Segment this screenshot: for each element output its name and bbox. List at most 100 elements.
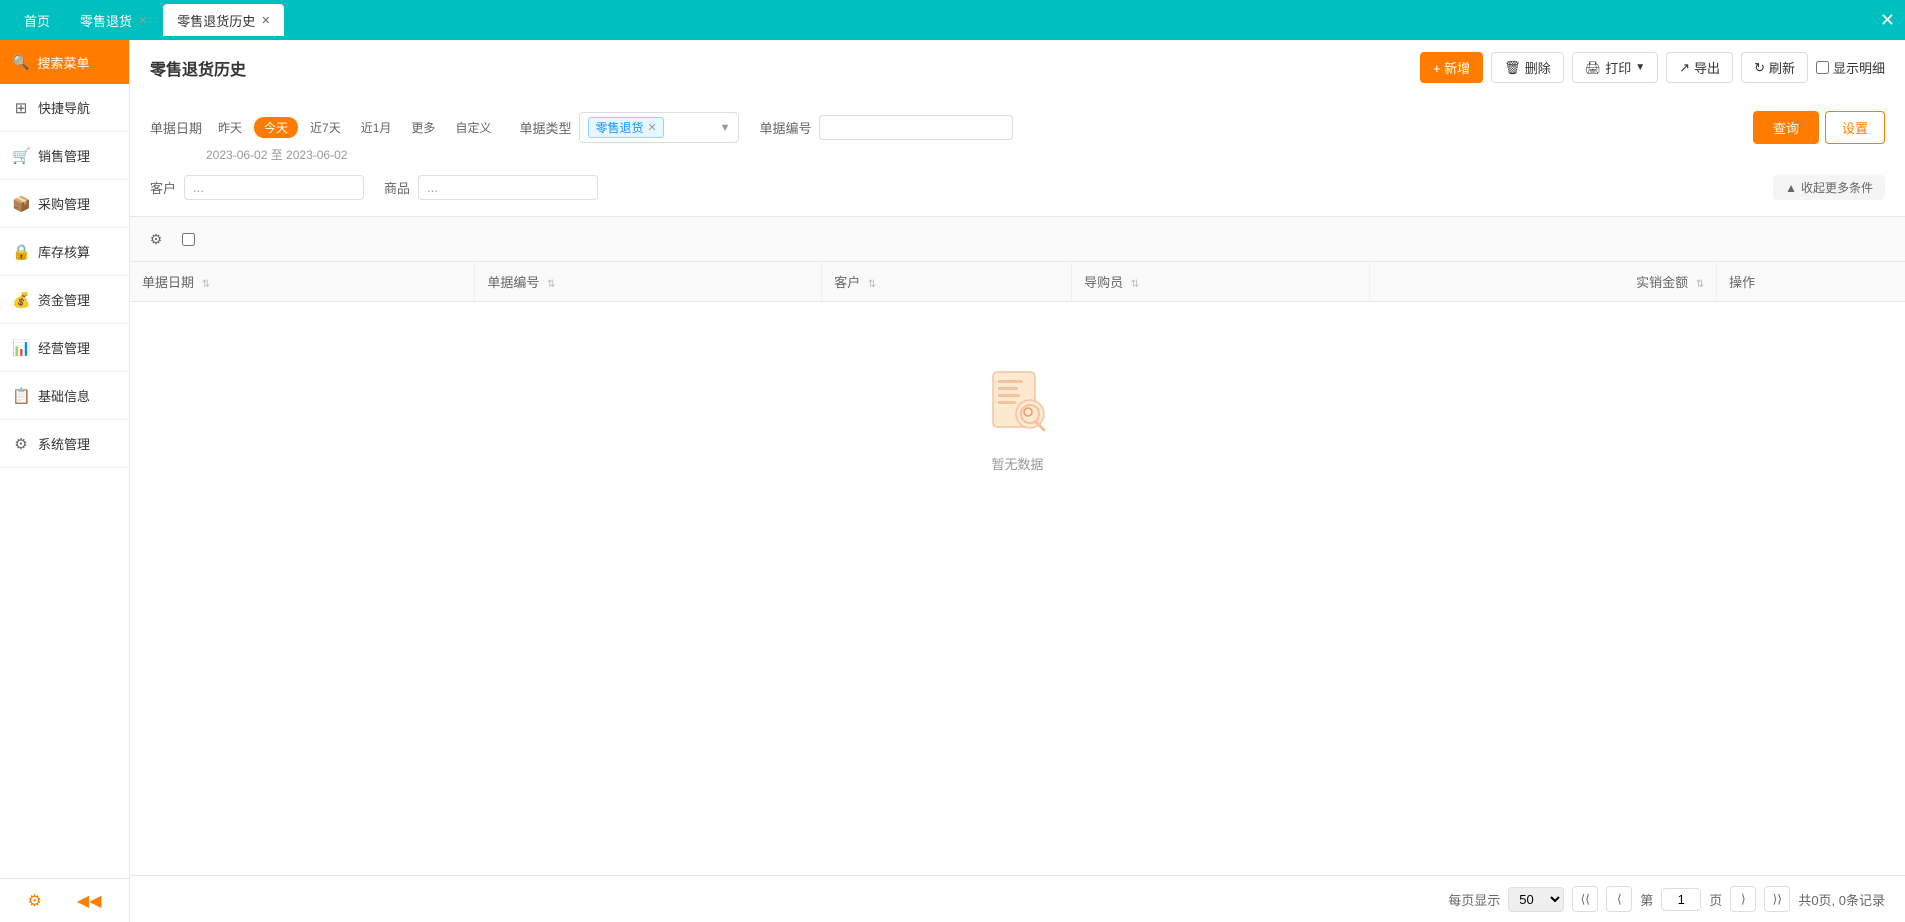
doc-type-dropdown-arrow: ▼ bbox=[720, 122, 731, 134]
query-buttons-group: 查询 设置 bbox=[1753, 111, 1885, 144]
doc-type-tag-remove[interactable]: ✕ bbox=[647, 121, 656, 134]
col-customer[interactable]: 客户 ⇅ bbox=[822, 262, 1072, 302]
col-amount[interactable]: 实销金额 ⇅ bbox=[1370, 262, 1717, 302]
date-btn-more[interactable]: 更多 bbox=[403, 117, 443, 138]
doc-number-input[interactable] bbox=[819, 115, 1013, 140]
page-title-row: 零售退货历史 + 新增 🗑 删除 🖨 打印 ▼ ↗ bbox=[150, 52, 1885, 83]
data-table: 单据日期 ⇅ 单据编号 ⇅ 客户 ⇅ bbox=[130, 262, 1905, 302]
col-date[interactable]: 单据日期 ⇅ bbox=[130, 262, 475, 302]
tab-retail-return-history[interactable]: 零售退货历史 ✕ bbox=[163, 4, 284, 36]
filter-doc-number: 单据编号 bbox=[759, 115, 1013, 140]
page-size-select[interactable]: 50 100 200 bbox=[1508, 887, 1564, 912]
page-unit: 页 bbox=[1709, 890, 1722, 909]
sort-guide-icon: ⇅ bbox=[1131, 279, 1139, 290]
customer-label: 客户 bbox=[150, 178, 176, 197]
top-bar: 首页 零售退货 ✕ 零售退货历史 ✕ ✕ bbox=[0, 0, 1905, 40]
close-tab-retail-return[interactable]: ✕ bbox=[138, 14, 147, 27]
table-container: ⚙ 单据日期 ⇅ 单据编号 ⇅ bbox=[130, 217, 1905, 875]
date-btn-last1m[interactable]: 近1月 bbox=[353, 117, 400, 138]
customer-ellipsis: ... bbox=[193, 180, 204, 195]
sidebar-item-basic-info[interactable]: 📋 基础信息 bbox=[0, 372, 129, 420]
quick-nav-icon: ⊞ bbox=[12, 99, 30, 117]
table-header: 单据日期 ⇅ 单据编号 ⇅ 客户 ⇅ bbox=[130, 262, 1905, 302]
sidebar-item-system-mgmt[interactable]: ⚙ 系统管理 bbox=[0, 420, 129, 468]
customer-select[interactable]: ... bbox=[184, 175, 364, 200]
col-number[interactable]: 单据编号 ⇅ bbox=[475, 262, 822, 302]
date-btn-custom[interactable]: 自定义 bbox=[447, 117, 499, 138]
sidebar-item-sales-mgmt[interactable]: 🛒 销售管理 bbox=[0, 132, 129, 180]
inventory-icon: 🔒 bbox=[12, 243, 30, 261]
date-range-display: 2023-06-02 至 2023-06-02 bbox=[150, 146, 1885, 163]
sidebar-settings-button[interactable]: ⚙ bbox=[28, 891, 42, 911]
refresh-button[interactable]: ↻ 刷新 bbox=[1741, 52, 1808, 83]
page-label: 第 bbox=[1640, 890, 1653, 909]
date-btn-today[interactable]: 今天 bbox=[254, 117, 298, 138]
pagination-bar: 每页显示 50 100 200 ⟨⟨ ⟨ 第 页 ⟩ ⟩⟩ 共0页, 0条记录 bbox=[130, 875, 1905, 922]
sidebar-item-operation-mgmt[interactable]: 📊 经营管理 bbox=[0, 324, 129, 372]
table-settings-button[interactable]: ⚙ bbox=[142, 225, 170, 253]
select-all-checkbox[interactable] bbox=[182, 233, 195, 246]
prev-page-button[interactable]: ⟨ bbox=[1606, 886, 1632, 912]
goods-label: 商品 bbox=[384, 178, 410, 197]
sidebar-footer: ⚙ ◀◀ bbox=[0, 878, 129, 922]
close-tab-retail-return-history[interactable]: ✕ bbox=[261, 14, 270, 27]
print-icon: 🖨 bbox=[1585, 60, 1602, 76]
filter-row-2: 客户 ... 商品 ... bbox=[150, 169, 1885, 206]
next-page-button[interactable]: ⟩ bbox=[1730, 886, 1756, 912]
export-button[interactable]: ↗ 导出 bbox=[1666, 52, 1733, 83]
sort-date-icon: ⇅ bbox=[202, 279, 210, 290]
sidebar-item-purchase-mgmt[interactable]: 📦 采购管理 bbox=[0, 180, 129, 228]
date-filter-label: 单据日期 bbox=[150, 118, 202, 137]
goods-ellipsis: ... bbox=[427, 180, 438, 195]
doc-number-label: 单据编号 bbox=[759, 118, 811, 137]
print-button[interactable]: 🖨 打印 ▼ bbox=[1572, 52, 1658, 83]
content-area: 零售退货历史 + 新增 🗑 删除 🖨 打印 ▼ ↗ bbox=[130, 40, 1905, 922]
sidebar-search[interactable]: 🔍 搜索菜单 bbox=[0, 40, 129, 84]
purchase-icon: 📦 bbox=[12, 195, 30, 213]
date-range-text: 2023-06-02 至 2023-06-02 bbox=[206, 148, 347, 162]
filter-row-1: 单据日期 昨天 今天 近7天 近1月 更多 自定义 单据类型 bbox=[150, 105, 1885, 150]
doc-type-label: 单据类型 bbox=[519, 118, 571, 137]
sidebar-item-quick-nav[interactable]: ⊞ 快捷导航 bbox=[0, 84, 129, 132]
doc-type-tag: 零售退货 ✕ bbox=[588, 117, 663, 138]
first-page-button[interactable]: ⟨⟨ bbox=[1572, 886, 1598, 912]
filter-customer: 客户 ... bbox=[150, 175, 364, 200]
total-info: 共0页, 0条记录 bbox=[1798, 890, 1885, 909]
doc-type-select[interactable]: 零售退货 ✕ ▼ bbox=[579, 112, 739, 143]
show-detail-checkbox-label[interactable]: 显示明细 bbox=[1816, 58, 1885, 77]
sidebar-item-inventory-check[interactable]: 🔒 库存核算 bbox=[0, 228, 129, 276]
col-guide[interactable]: 导购员 ⇅ bbox=[1072, 262, 1370, 302]
collapse-button[interactable]: ▲ 收起更多条件 bbox=[1773, 175, 1885, 200]
print-dropdown-arrow: ▼ bbox=[1635, 62, 1645, 73]
export-icon: ↗ bbox=[1679, 60, 1690, 76]
tab-retail-return[interactable]: 零售退货 ✕ bbox=[66, 4, 161, 36]
sort-number-icon: ⇅ bbox=[547, 279, 555, 290]
sidebar-audio-button[interactable]: ◀◀ bbox=[77, 891, 102, 911]
filter-doc-type: 单据类型 零售退货 ✕ ▼ bbox=[519, 112, 739, 143]
col-action: 操作 bbox=[1717, 262, 1905, 302]
sidebar-item-finance-mgmt[interactable]: 💰 资金管理 bbox=[0, 276, 129, 324]
delete-icon: 🗑 bbox=[1504, 60, 1521, 76]
table-wrapper: 单据日期 ⇅ 单据编号 ⇅ 客户 ⇅ bbox=[130, 262, 1905, 875]
date-btn-yesterday[interactable]: 昨天 bbox=[210, 117, 250, 138]
collapse-button-wrapper: ▲ 收起更多条件 bbox=[1773, 175, 1885, 200]
last-page-button[interactable]: ⟩⟩ bbox=[1764, 886, 1790, 912]
new-button[interactable]: + 新增 bbox=[1420, 52, 1483, 83]
query-button[interactable]: 查询 bbox=[1753, 111, 1819, 144]
goods-select[interactable]: ... bbox=[418, 175, 598, 200]
filter-area: 单据日期 昨天 今天 近7天 近1月 更多 自定义 单据类型 bbox=[150, 95, 1885, 216]
toolbar: + 新增 🗑 删除 🖨 打印 ▼ ↗ 导出 bbox=[1420, 52, 1885, 83]
page-number-input[interactable] bbox=[1661, 888, 1701, 911]
sidebar: 🔍 搜索菜单 ⊞ 快捷导航 🛒 销售管理 📦 采购管理 🔒 库存核算 💰 bbox=[0, 40, 130, 922]
empty-state: 暂无数据 bbox=[130, 302, 1905, 533]
settings-button[interactable]: 设置 bbox=[1825, 111, 1885, 144]
window-close-button[interactable]: ✕ bbox=[1880, 10, 1895, 31]
date-buttons: 昨天 今天 近7天 近1月 更多 自定义 bbox=[210, 117, 499, 138]
refresh-icon: ↻ bbox=[1754, 60, 1765, 76]
date-btn-last7[interactable]: 近7天 bbox=[302, 117, 349, 138]
system-icon: ⚙ bbox=[12, 435, 30, 453]
show-detail-checkbox[interactable] bbox=[1816, 61, 1829, 74]
page-size-label: 每页显示 bbox=[1448, 890, 1500, 909]
tab-home[interactable]: 首页 bbox=[10, 4, 64, 36]
delete-button[interactable]: 🗑 删除 bbox=[1491, 52, 1564, 83]
